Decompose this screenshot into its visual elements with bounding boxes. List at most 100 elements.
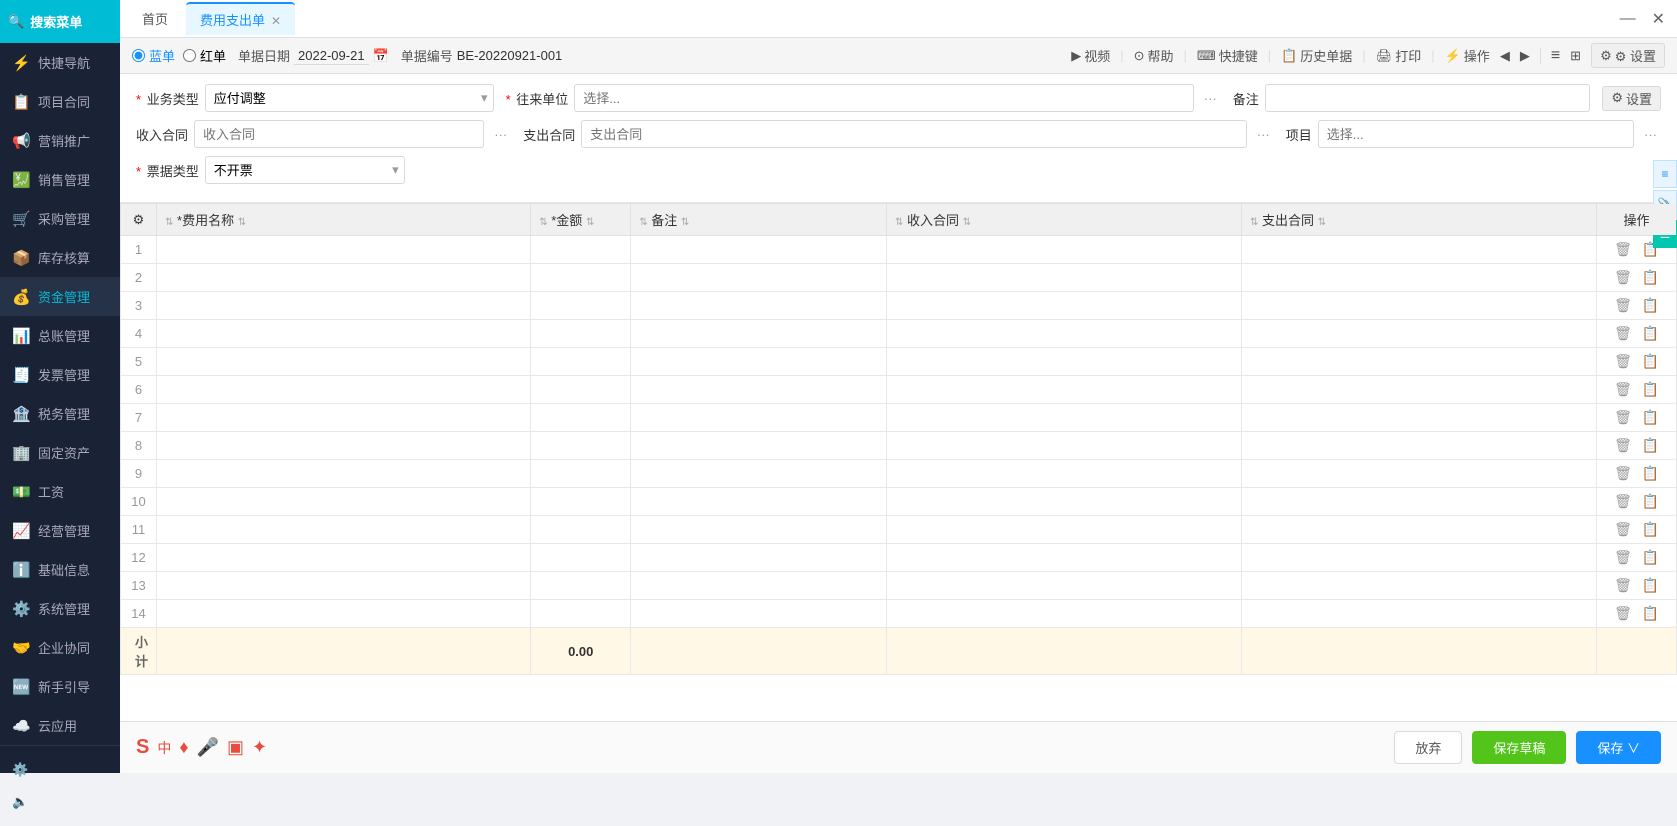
row-expense-name-5[interactable]: [157, 348, 531, 376]
nav-prev-btn[interactable]: ◀: [1500, 48, 1510, 64]
notes-input[interactable]: [1265, 84, 1591, 112]
row-income-contract-7[interactable]: [887, 404, 1242, 432]
row-delete-icon-5[interactable]: 🗑: [1614, 353, 1632, 369]
row-delete-icon-13[interactable]: 🗑: [1614, 577, 1632, 593]
row-delete-icon-8[interactable]: 🗑: [1614, 437, 1632, 453]
col-income-contract[interactable]: ⇅ 收入合同 ⇅: [887, 204, 1242, 236]
row-amount-5[interactable]: [531, 348, 631, 376]
col-expense-name[interactable]: ⇅ *费用名称 ⇅: [157, 204, 531, 236]
row-expense-name-2[interactable]: [157, 264, 531, 292]
row-expense-name-4[interactable]: [157, 320, 531, 348]
expense-contract-input[interactable]: [581, 120, 1246, 148]
zh-icon[interactable]: 中: [157, 738, 171, 758]
row-amount-6[interactable]: [531, 376, 631, 404]
sidebar-item-inventory[interactable]: 📦库存核算: [0, 238, 120, 277]
discard-button[interactable]: 放弃: [1394, 731, 1462, 764]
date-value[interactable]: 2022-09-21: [294, 47, 369, 65]
row-expense-name-3[interactable]: [157, 292, 531, 320]
row-notes-12[interactable]: [631, 544, 887, 572]
row-expense-name-12[interactable]: [157, 544, 531, 572]
star-icon[interactable]: ✦: [252, 737, 267, 758]
row-amount-2[interactable]: [531, 264, 631, 292]
row-income-contract-3[interactable]: [887, 292, 1242, 320]
row-copy-icon-10[interactable]: 📋: [1641, 493, 1658, 509]
row-income-contract-9[interactable]: [887, 460, 1242, 488]
nav-next-btn[interactable]: ▶: [1520, 48, 1530, 64]
col-notes[interactable]: ⇅ 备注 ⇅: [631, 204, 887, 236]
grid-icon[interactable]: ▣: [227, 737, 244, 758]
row-amount-10[interactable]: [531, 488, 631, 516]
row-expense-contract-12[interactable]: [1242, 544, 1597, 572]
row-delete-icon-11[interactable]: 🗑: [1614, 521, 1632, 537]
save-draft-button[interactable]: 保存草稿: [1472, 731, 1566, 764]
row-notes-4[interactable]: [631, 320, 887, 348]
sidebar-item-base-info[interactable]: ℹ️基础信息: [0, 550, 120, 589]
row-expense-name-7[interactable]: [157, 404, 531, 432]
s-icon[interactable]: S: [136, 736, 149, 759]
sidebar-item-quick-nav[interactable]: ⚡快捷导航: [0, 43, 120, 82]
row-copy-icon-8[interactable]: 📋: [1641, 437, 1658, 453]
row-notes-11[interactable]: [631, 516, 887, 544]
sidebar-item-guide[interactable]: 🆕新手引导: [0, 667, 120, 706]
row-copy-icon-2[interactable]: 📋: [1641, 269, 1658, 285]
print-btn[interactable]: 🖨 打印: [1376, 46, 1422, 65]
shortcut-btn[interactable]: ⌨ 快捷键: [1197, 46, 1258, 65]
col-gear[interactable]: ⚙: [121, 204, 157, 236]
row-income-contract-4[interactable]: [887, 320, 1242, 348]
income-contract-dots-btn[interactable]: ···: [490, 127, 511, 142]
history-btn[interactable]: 📋 历史单据: [1281, 46, 1352, 65]
row-amount-7[interactable]: [531, 404, 631, 432]
row-expense-contract-5[interactable]: [1242, 348, 1597, 376]
row-expense-name-11[interactable]: [157, 516, 531, 544]
row-expense-name-10[interactable]: [157, 488, 531, 516]
col-amount[interactable]: ⇅ *金额 ⇅: [531, 204, 631, 236]
row-expense-name-9[interactable]: [157, 460, 531, 488]
sidebar-item-marketing[interactable]: 📢营销推广: [0, 121, 120, 160]
tab-close-expense-bill[interactable]: ✕: [271, 14, 281, 28]
row-notes-8[interactable]: [631, 432, 887, 460]
close-button[interactable]: ✕: [1648, 9, 1669, 29]
sidebar-item-salary[interactable]: 💵工资: [0, 472, 120, 511]
row-expense-contract-3[interactable]: [1242, 292, 1597, 320]
project-input[interactable]: [1318, 120, 1634, 148]
row-delete-icon-4[interactable]: 🗑: [1614, 325, 1632, 341]
help-btn[interactable]: ⊙ 帮助: [1134, 46, 1174, 65]
row-expense-contract-9[interactable]: [1242, 460, 1597, 488]
row-expense-name-14[interactable]: [157, 600, 531, 628]
row-income-contract-5[interactable]: [887, 348, 1242, 376]
row-amount-11[interactable]: [531, 516, 631, 544]
sidebar-item-invoice[interactable]: 🧾发票管理: [0, 355, 120, 394]
row-notes-3[interactable]: [631, 292, 887, 320]
row-copy-icon-13[interactable]: 📋: [1641, 577, 1658, 593]
row-copy-icon-4[interactable]: 📋: [1641, 325, 1658, 341]
row-amount-8[interactable]: [531, 432, 631, 460]
row-delete-icon-3[interactable]: 🗑: [1614, 297, 1632, 313]
sidebar-bottom-settings[interactable]: ⚙️: [0, 754, 120, 786]
row-income-contract-14[interactable]: [887, 600, 1242, 628]
sidebar-item-cloud-apps[interactable]: ☁️云应用: [0, 706, 120, 745]
row-expense-contract-1[interactable]: [1242, 236, 1597, 264]
row-copy-icon-12[interactable]: 📋: [1641, 549, 1658, 565]
sidebar-bottom-volume[interactable]: 🔈: [0, 786, 120, 818]
view-list-btn[interactable]: ≡: [1551, 47, 1560, 65]
row-notes-2[interactable]: [631, 264, 887, 292]
sidebar-item-tax[interactable]: 🏦税务管理: [0, 394, 120, 433]
row-notes-9[interactable]: [631, 460, 887, 488]
row-expense-contract-2[interactable]: [1242, 264, 1597, 292]
row-amount-12[interactable]: [531, 544, 631, 572]
row-amount-1[interactable]: [531, 236, 631, 264]
diamond-icon[interactable]: ♦: [179, 737, 188, 758]
row-notes-10[interactable]: [631, 488, 887, 516]
row-notes-1[interactable]: [631, 236, 887, 264]
project-dots-btn[interactable]: ···: [1640, 127, 1661, 142]
row-income-contract-1[interactable]: [887, 236, 1242, 264]
row-copy-icon-9[interactable]: 📋: [1641, 465, 1658, 481]
sidebar-item-enterprise[interactable]: 🤝企业协同: [0, 628, 120, 667]
row-delete-icon-6[interactable]: 🗑: [1614, 381, 1632, 397]
sidebar-item-accounting[interactable]: 📊总账管理: [0, 316, 120, 355]
sidebar-item-sales[interactable]: 💹销售管理: [0, 160, 120, 199]
row-amount-4[interactable]: [531, 320, 631, 348]
invoice-type-select[interactable]: 不开票: [205, 156, 405, 184]
sidebar-item-system[interactable]: ⚙️系统管理: [0, 589, 120, 628]
minimize-button[interactable]: —: [1616, 10, 1640, 28]
